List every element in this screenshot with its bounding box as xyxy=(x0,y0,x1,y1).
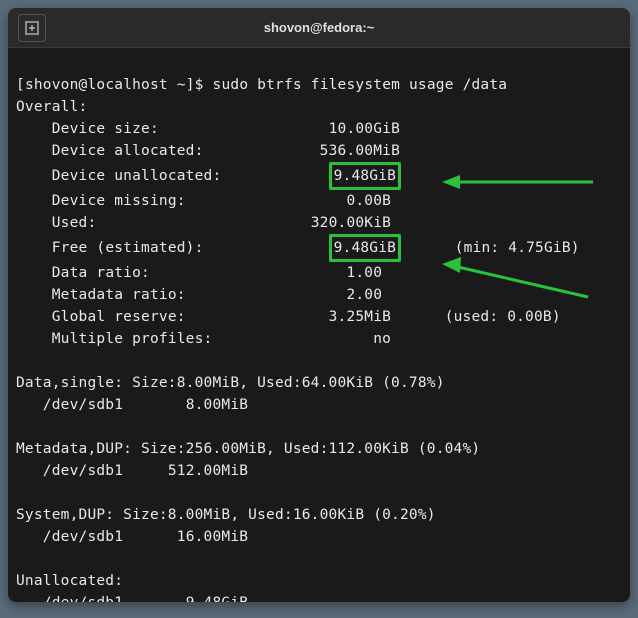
row-used-label: Used: xyxy=(52,215,97,231)
data-size: 8.00MiB xyxy=(186,397,249,413)
row-global-reserve-value: 3.25MiB xyxy=(329,309,392,325)
row-device-allocated-label: Device allocated: xyxy=(52,143,204,159)
metadata-device: /dev/sdb1 xyxy=(43,463,123,479)
window-title: shovon@fedora:~ xyxy=(264,20,375,35)
metadata-size: 512.00MiB xyxy=(168,463,248,479)
system-size: 16.00MiB xyxy=(177,529,248,545)
row-device-size-label: Device size: xyxy=(52,121,159,137)
metadata-section-header: Metadata,DUP: Size:256.00MiB, Used:112.0… xyxy=(16,441,480,457)
row-metadata-ratio-value: 2.00 xyxy=(346,287,382,303)
terminal-window: shovon@fedora:~ [shovon@localhost ~]$ su… xyxy=(8,8,630,602)
overall-header: Overall: xyxy=(16,99,87,115)
row-device-allocated-value: 536.00MiB xyxy=(320,143,400,159)
row-global-reserve-label: Global reserve: xyxy=(52,309,186,325)
new-tab-button[interactable] xyxy=(18,14,46,42)
system-section-header: System,DUP: Size:8.00MiB, Used:16.00KiB … xyxy=(16,507,436,523)
system-device: /dev/sdb1 xyxy=(43,529,123,545)
row-multiple-profiles-value: no xyxy=(373,331,391,347)
terminal-output[interactable]: [shovon@localhost ~]$ sudo btrfs filesys… xyxy=(8,48,630,602)
data-device: /dev/sdb1 xyxy=(43,397,123,413)
row-used-value: 320.00KiB xyxy=(311,215,391,231)
plus-box-icon xyxy=(25,21,39,35)
annotation-arrow-1 xyxy=(438,128,598,236)
highlight-unallocated: 9.48GiB xyxy=(329,162,402,190)
titlebar: shovon@fedora:~ xyxy=(8,8,630,48)
unallocated-device: /dev/sdb1 xyxy=(43,595,123,602)
highlight-free: 9.48GiB xyxy=(329,234,402,262)
row-device-unallocated-label: Device unallocated: xyxy=(52,168,222,184)
row-multiple-profiles-label: Multiple profiles: xyxy=(52,331,213,347)
row-metadata-ratio-label: Metadata ratio: xyxy=(52,287,186,303)
row-global-reserve-extra: (used: 0.00B) xyxy=(445,309,561,325)
row-free-extra: (min: 4.75GiB) xyxy=(455,240,580,256)
annotation-arrow-2 xyxy=(438,213,598,347)
row-device-size-value: 10.00GiB xyxy=(329,121,400,137)
row-data-ratio-value: 1.00 xyxy=(346,265,382,281)
row-free-label: Free (estimated): xyxy=(52,240,204,256)
command-text: sudo btrfs filesystem usage /data xyxy=(213,77,508,93)
data-section-header: Data,single: Size:8.00MiB, Used:64.00KiB… xyxy=(16,375,445,391)
row-data-ratio-label: Data ratio: xyxy=(52,265,150,281)
row-device-missing-value: 0.00B xyxy=(346,193,391,209)
prompt-line-1: [shovon@localhost ~]$ sudo btrfs filesys… xyxy=(16,77,507,93)
unallocated-section-header: Unallocated: xyxy=(16,573,123,589)
row-device-missing-label: Device missing: xyxy=(52,193,186,209)
unallocated-size: 9.48GiB xyxy=(186,595,249,602)
